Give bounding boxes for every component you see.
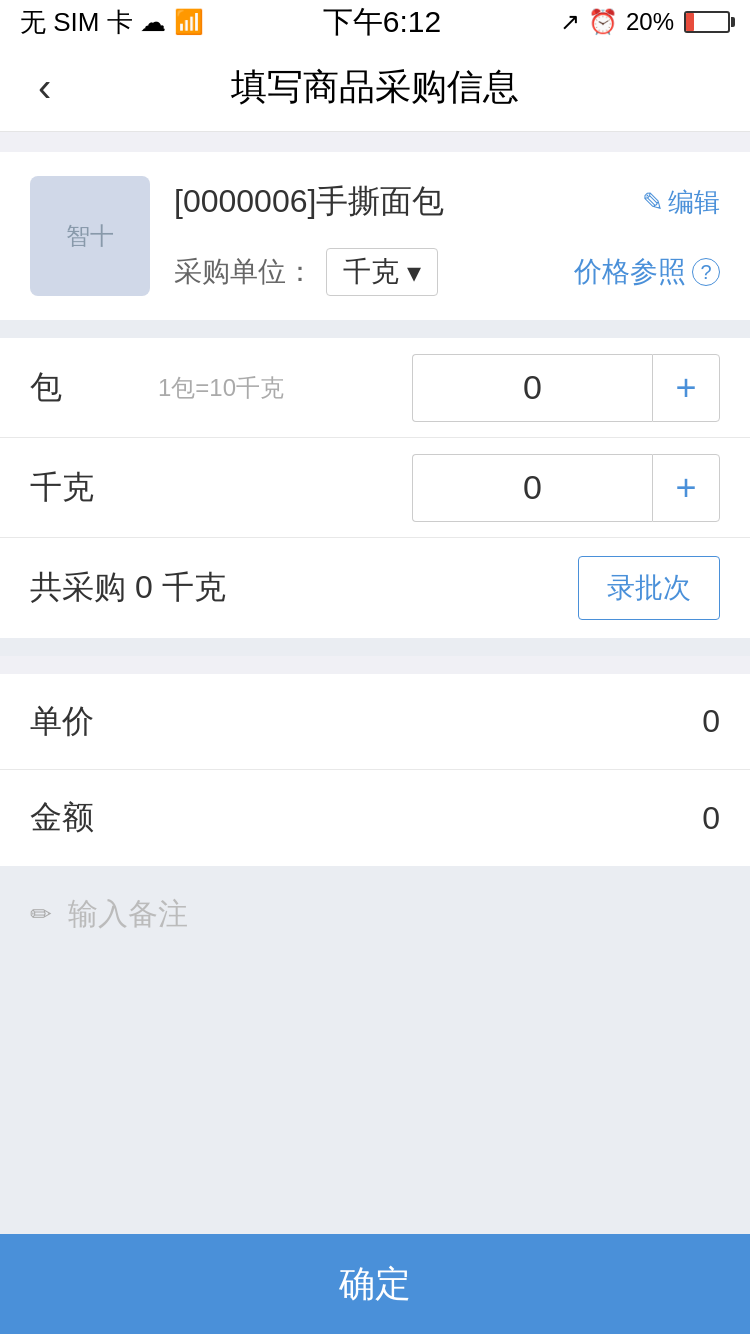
battery-icon [684, 11, 730, 33]
bag-input-wrap: 0 + [284, 354, 720, 422]
product-image: 智十 [30, 176, 150, 296]
section-divider-2 [0, 638, 750, 656]
section-divider-1 [0, 320, 750, 338]
kg-plus-button[interactable]: + [652, 454, 720, 522]
notes-placeholder: 输入备注 [68, 894, 188, 935]
bag-plus-button[interactable]: + [652, 354, 720, 422]
kg-label: 千克 [30, 466, 150, 510]
batch-button[interactable]: 录批次 [578, 556, 720, 620]
back-button[interactable]: ‹ [28, 55, 61, 120]
unit-row: 采购单位： 千克 ▾ 价格参照 ? [174, 248, 720, 296]
product-info: [0000006]手撕面包 ✎ 编辑 采购单位： 千克 ▾ 价格参照 ? [174, 176, 720, 296]
summary-text: 共采购 0 千克 [30, 566, 226, 610]
input-section: 包 1包=10千克 0 + 千克 0 + [0, 338, 750, 538]
bag-input-field[interactable]: 0 [412, 354, 652, 422]
bag-sub-label: 1包=10千克 [158, 372, 284, 404]
amount-label: 金额 [30, 796, 94, 840]
product-name-row: [0000006]手撕面包 ✎ 编辑 [174, 180, 720, 224]
status-left: 无 SIM 卡 ☁ 📶 [20, 5, 204, 40]
unit-value: 千克 [343, 253, 399, 291]
pencil-icon: ✏ [30, 899, 52, 930]
wifi-icon: 📶 [174, 8, 204, 36]
location-icon: ↗ [560, 8, 580, 36]
kg-input-wrap: 0 + [150, 454, 720, 522]
alarm-icon: ⏰ [588, 8, 618, 36]
unit-left: 采购单位： 千克 ▾ [174, 248, 438, 296]
edit-icon: ✎ [642, 187, 664, 218]
battery-percent: 20% [626, 8, 674, 36]
unit-label: 采购单位： [174, 253, 314, 291]
edit-label: 编辑 [668, 185, 720, 220]
status-time: 下午6:12 [323, 2, 441, 43]
status-right: ↗ ⏰ 20% [560, 8, 730, 36]
price-section: 单价 0 金额 0 [0, 674, 750, 866]
product-name: [0000006]手撕面包 [174, 180, 444, 224]
kg-input-row: 千克 0 + [0, 438, 750, 538]
summary-row: 共采购 0 千克 录批次 [0, 538, 750, 638]
bag-input-row: 包 1包=10千克 0 + [0, 338, 750, 438]
notes-section[interactable]: ✏ 输入备注 [0, 866, 750, 963]
price-ref-label: 价格参照 [574, 253, 686, 291]
nav-bar: ‹ 填写商品采购信息 [0, 44, 750, 132]
bag-label: 包 [30, 366, 150, 410]
confirm-button[interactable]: 确定 [0, 1234, 750, 1334]
status-bar: 无 SIM 卡 ☁ 📶 下午6:12 ↗ ⏰ 20% [0, 0, 750, 44]
edit-button[interactable]: ✎ 编辑 [642, 185, 720, 220]
price-ref-button[interactable]: 价格参照 ? [574, 253, 720, 291]
unit-price-value: 0 [702, 703, 720, 740]
sim-label: 无 SIM 卡 ☁ [20, 5, 166, 40]
unit-price-label: 单价 [30, 700, 94, 744]
unit-price-row: 单价 0 [0, 674, 750, 770]
dropdown-arrow-icon: ▾ [407, 256, 421, 289]
product-card: 智十 [0000006]手撕面包 ✎ 编辑 采购单位： 千克 ▾ 价格参照 ? [0, 152, 750, 320]
kg-input-field[interactable]: 0 [412, 454, 652, 522]
help-icon: ? [692, 258, 720, 286]
page-title: 填写商品采购信息 [231, 63, 519, 112]
unit-select[interactable]: 千克 ▾ [326, 248, 438, 296]
bottom-spacer [0, 963, 750, 1263]
amount-row: 金额 0 [0, 770, 750, 866]
amount-value: 0 [702, 800, 720, 837]
